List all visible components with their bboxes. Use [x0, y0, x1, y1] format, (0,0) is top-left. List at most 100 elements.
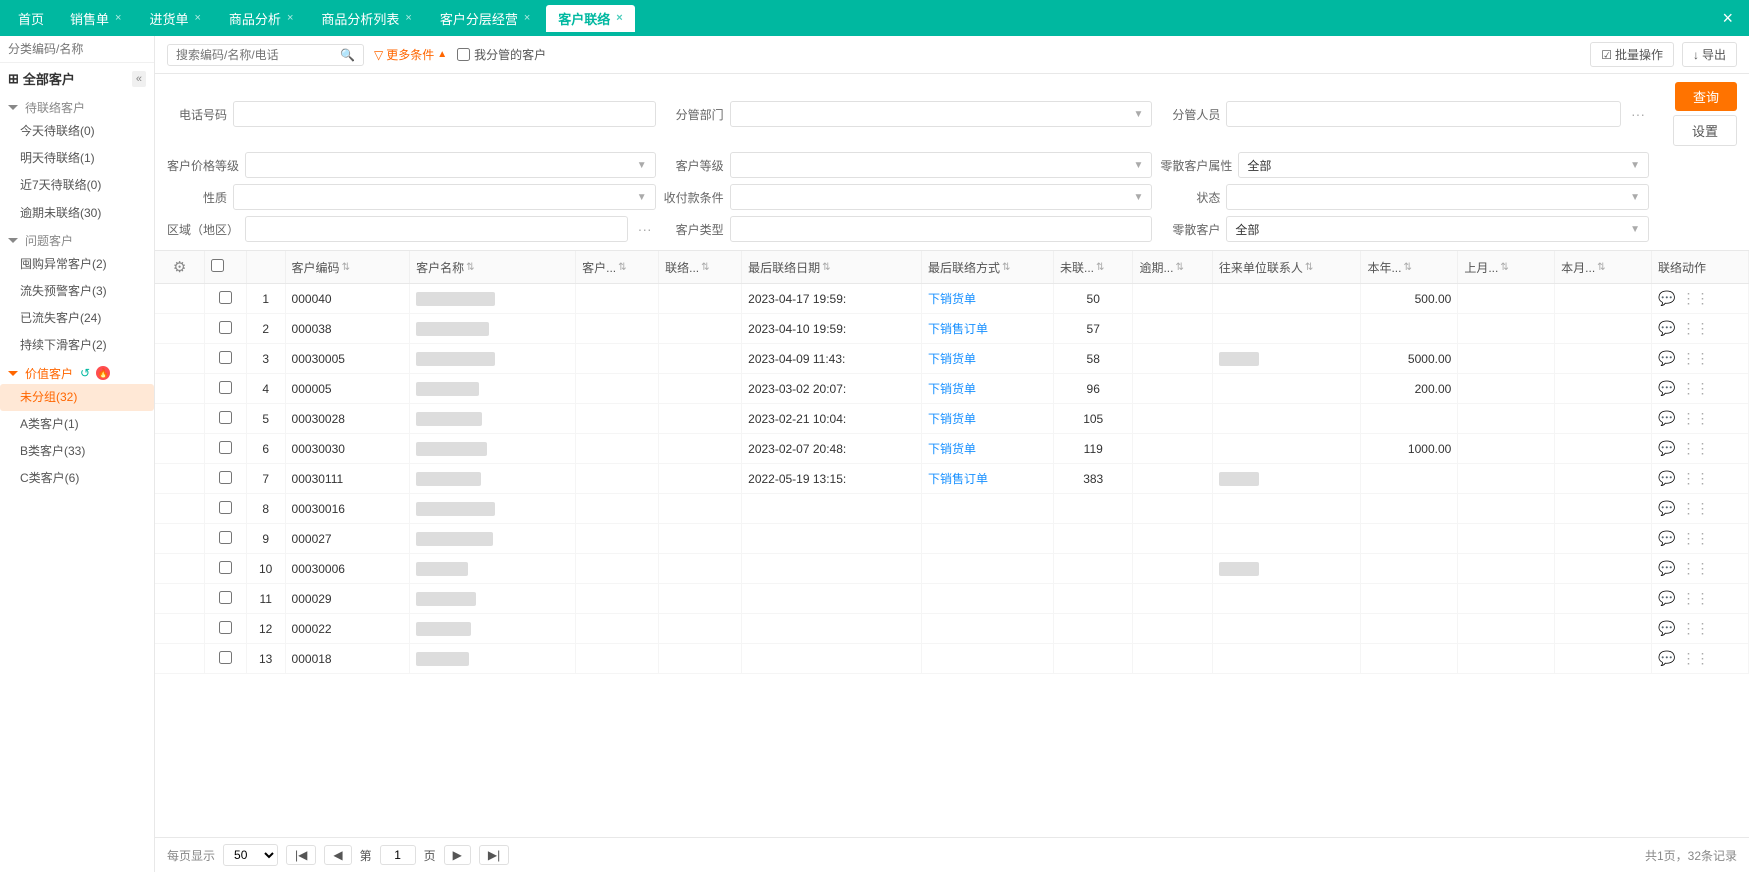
sidebar-item-declining[interactable]: 持续下滑客户(2) [0, 332, 154, 359]
close-icon[interactable]: × [405, 12, 411, 24]
message-icon[interactable]: 💬 [1658, 530, 1675, 547]
price-level-select[interactable]: ▼ [245, 152, 656, 178]
zero-attr-select[interactable]: 全部 ▼ [1238, 152, 1649, 178]
sidebar-item-today[interactable]: 今天待联络(0) [0, 118, 154, 145]
dept-select[interactable]: ▼ [730, 101, 1153, 127]
row-checkbox[interactable] [205, 494, 247, 524]
apps-icon[interactable]: ⋮⋮ [1681, 620, 1709, 637]
col-header-type[interactable]: 客户...⇅ [576, 251, 659, 284]
apps-icon[interactable]: ⋮⋮ [1681, 410, 1709, 427]
sidebar-item-tomorrow[interactable]: 明天待联络(1) [0, 145, 154, 172]
last-page-button[interactable]: ▶| [479, 845, 509, 865]
nav-tab-purchase[interactable]: 进货单 × [137, 5, 212, 32]
col-header-overdue[interactable]: 逾期...⇅ [1133, 251, 1212, 284]
last-contact-method[interactable] [922, 644, 1054, 674]
row-checkbox[interactable] [205, 434, 247, 464]
apps-icon[interactable]: ⋮⋮ [1681, 380, 1709, 397]
export-button[interactable]: ↓ 导出 [1682, 42, 1737, 67]
message-icon[interactable]: 💬 [1658, 410, 1675, 427]
sidebar-group-pending-contact[interactable]: 待联络客户 [0, 94, 154, 118]
col-header-last-date[interactable]: 最后联络日期⇅ [742, 251, 922, 284]
message-icon[interactable]: 💬 [1658, 590, 1675, 607]
apps-icon[interactable]: ⋮⋮ [1681, 440, 1709, 457]
close-icon[interactable]: × [287, 12, 293, 24]
col-header-this-month[interactable]: 本月...⇅ [1555, 251, 1652, 284]
reset-button[interactable]: 设置 [1673, 115, 1737, 146]
nav-tab-analysis[interactable]: 商品分析 × [217, 5, 305, 32]
query-button[interactable]: 查询 [1675, 82, 1737, 111]
nav-tab-customer-contact[interactable]: 客户联络 × [546, 5, 634, 32]
apps-icon[interactable]: ⋮⋮ [1681, 560, 1709, 577]
row-checkbox[interactable] [205, 314, 247, 344]
close-icon[interactable]: × [115, 12, 121, 24]
close-icon[interactable]: × [616, 12, 622, 24]
row-checkbox[interactable] [205, 584, 247, 614]
close-all-button[interactable]: × [1714, 8, 1741, 29]
category-search-input[interactable] [8, 42, 155, 56]
last-contact-method[interactable] [922, 494, 1054, 524]
payment-select[interactable]: ▼ [730, 184, 1153, 210]
my-customers-checkbox[interactable]: 我分管的客户 [457, 46, 546, 63]
row-checkbox[interactable] [205, 284, 247, 314]
message-icon[interactable]: 💬 [1658, 290, 1675, 307]
all-customers-header[interactable]: ⊞ 全部客户 « [0, 63, 154, 94]
sidebar-item-7days[interactable]: 近7天待联络(0) [0, 172, 154, 199]
sidebar-collapse-button[interactable]: « [132, 71, 146, 87]
gender-select[interactable]: ▼ [233, 184, 656, 210]
apps-icon[interactable]: ⋮⋮ [1681, 530, 1709, 547]
col-header-code[interactable]: 客户编码⇅ [285, 251, 410, 284]
sidebar-item-overdue[interactable]: 逾期未联络(30) [0, 200, 154, 227]
table-settings-icon[interactable]: ⚙ [155, 251, 205, 284]
apps-icon[interactable]: ⋮⋮ [1681, 650, 1709, 667]
apps-icon[interactable]: ⋮⋮ [1681, 590, 1709, 607]
search-icon[interactable]: 🔍 [340, 48, 355, 62]
sidebar-item-abnormal[interactable]: 囤购异常客户(2) [0, 251, 154, 278]
sidebar-item-type-c[interactable]: C类客户(6) [0, 465, 154, 492]
col-header-last-method[interactable]: 最后联络方式⇅ [922, 251, 1054, 284]
last-contact-method[interactable]: 下销售订单 [922, 314, 1054, 344]
row-checkbox[interactable] [205, 464, 247, 494]
nav-home[interactable]: 首页 [8, 5, 54, 32]
row-checkbox[interactable] [205, 344, 247, 374]
message-icon[interactable]: 💬 [1658, 380, 1675, 397]
level-select[interactable]: ▼ [730, 152, 1153, 178]
customer-type-select[interactable] [730, 216, 1153, 242]
sidebar-group-problem[interactable]: 问题客户 [0, 227, 154, 251]
message-icon[interactable]: 💬 [1658, 320, 1675, 337]
status-select[interactable]: ▼ [1226, 184, 1649, 210]
sidebar-item-churn-warn[interactable]: 流失预警客户(3) [0, 278, 154, 305]
close-icon[interactable]: × [524, 12, 530, 24]
my-customers-check[interactable] [457, 48, 470, 61]
last-contact-method[interactable]: 下销货单 [922, 404, 1054, 434]
last-contact-method[interactable]: 下销售订单 [922, 464, 1054, 494]
nav-tab-customer-segment[interactable]: 客户分层经营 × [428, 5, 542, 32]
batch-operation-button[interactable]: ☑ 批量操作 [1590, 42, 1674, 67]
col-header-contact-person[interactable]: 往来单位联系人⇅ [1212, 251, 1361, 284]
zero-customer-select[interactable]: 全部 ▼ [1226, 216, 1649, 242]
apps-icon[interactable]: ⋮⋮ [1681, 290, 1709, 307]
more-icon[interactable]: ··· [1627, 106, 1649, 122]
row-checkbox[interactable] [205, 524, 247, 554]
first-page-button[interactable]: |◀ [286, 845, 316, 865]
apps-icon[interactable]: ⋮⋮ [1681, 320, 1709, 337]
last-contact-method[interactable]: 下销货单 [922, 374, 1054, 404]
page-size-select[interactable]: 50 100 200 [223, 844, 278, 866]
search-input[interactable] [176, 48, 336, 62]
phone-input[interactable] [233, 101, 656, 127]
message-icon[interactable]: 💬 [1658, 560, 1675, 577]
row-checkbox[interactable] [205, 614, 247, 644]
apps-icon[interactable]: ⋮⋮ [1681, 500, 1709, 517]
message-icon[interactable]: 💬 [1658, 470, 1675, 487]
next-page-button[interactable]: ▶ [444, 845, 471, 865]
close-icon[interactable]: × [194, 12, 200, 24]
select-all-checkbox[interactable] [211, 259, 224, 272]
message-icon[interactable]: 💬 [1658, 620, 1675, 637]
message-icon[interactable]: 💬 [1658, 440, 1675, 457]
refresh-icon[interactable]: ↺ [80, 366, 90, 380]
more-icon[interactable]: ··· [634, 221, 656, 237]
sidebar-item-churned[interactable]: 已流失客户(24) [0, 305, 154, 332]
apps-icon[interactable]: ⋮⋮ [1681, 350, 1709, 367]
last-contact-method[interactable] [922, 524, 1054, 554]
row-checkbox[interactable] [205, 374, 247, 404]
region-select[interactable] [245, 216, 628, 242]
